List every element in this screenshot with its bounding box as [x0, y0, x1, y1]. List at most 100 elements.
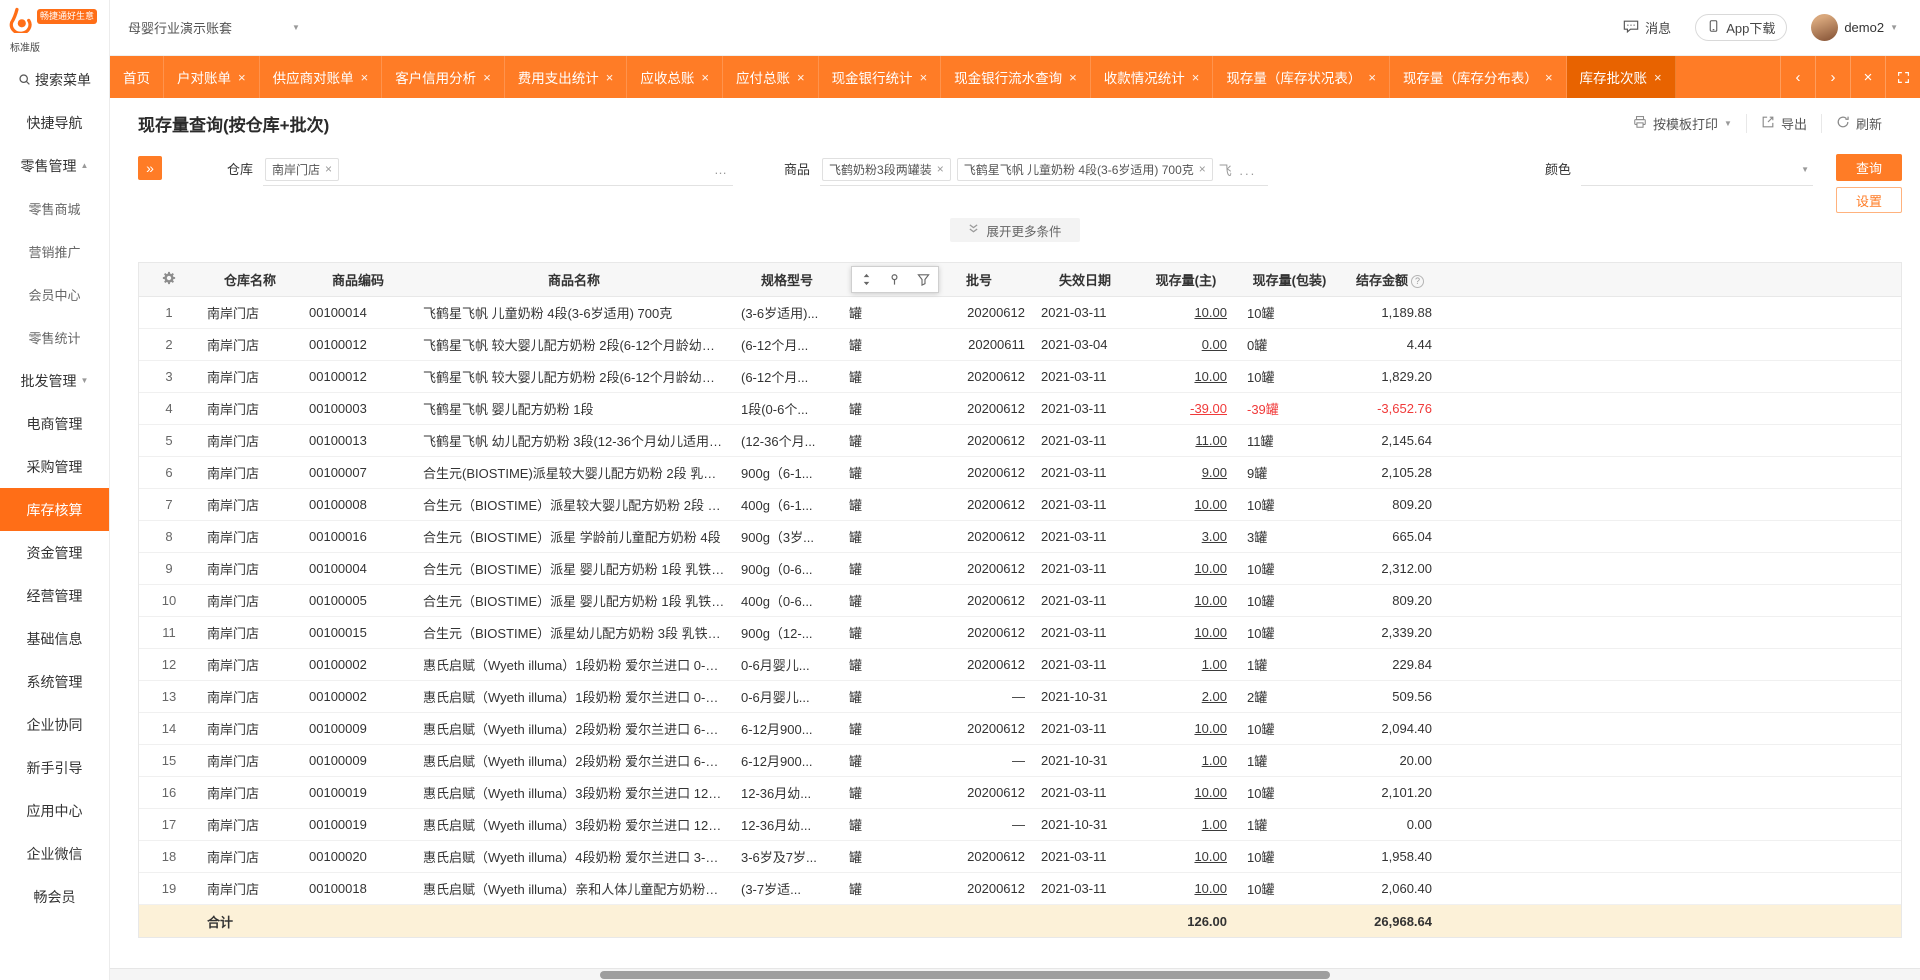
horizontal-scrollbar[interactable]: [110, 968, 1920, 980]
sidebar-item-采购管理[interactable]: 采购管理: [0, 445, 109, 488]
sidebar-item-畅会员[interactable]: 畅会员: [0, 875, 109, 918]
tab-供应商对账单[interactable]: 供应商对账单 ×: [260, 56, 383, 98]
qty-main-link[interactable]: 1.00: [1202, 657, 1227, 672]
tab-应收总账[interactable]: 应收总账 ×: [627, 56, 723, 98]
product-more-button[interactable]: 飞 ...: [1219, 160, 1256, 179]
table-row[interactable]: 10 南岸门店 00100005 合生元（BIOSTIME）派星 婴儿配方奶粉 1段 …: [139, 585, 1901, 617]
scrollbar-thumb[interactable]: [600, 971, 1330, 979]
table-row[interactable]: 15 南岸门店 00100009 惠氏启赋（Wyeth illuma）2段奶粉 爱尔兰…: [139, 745, 1901, 777]
sidebar-item-基础信息[interactable]: 基础信息: [0, 617, 109, 660]
expand-more-button[interactable]: 展开更多条件: [950, 218, 1080, 242]
sort-icon[interactable]: [858, 271, 875, 288]
account-set-dropdown[interactable]: 母婴行业演示账套 ▼: [128, 18, 300, 37]
tab-现存量（库存状况表）[interactable]: 现存量（库存状况表） ×: [1213, 56, 1390, 98]
table-row[interactable]: 7 南岸门店 00100008 合生元（BIOSTIME）派星较大婴儿配方奶粉 2段 …: [139, 489, 1901, 521]
qty-main-link[interactable]: 10.00: [1194, 593, 1227, 608]
qty-main-link[interactable]: 10.00: [1194, 721, 1227, 736]
sidebar-item-电商管理[interactable]: 电商管理: [0, 402, 109, 445]
tab-现金银行统计[interactable]: 现金银行统计 ×: [819, 56, 942, 98]
table-row[interactable]: 1 南岸门店 00100014 飞鹤星飞帆 儿童奶粉 4段(3-6岁适用) 700克 (…: [139, 297, 1901, 329]
tab-close-icon[interactable]: ×: [1192, 70, 1200, 85]
table-row[interactable]: 8 南岸门店 00100016 合生元（BIOSTIME）派星 学龄前儿童配方奶粉 4…: [139, 521, 1901, 553]
sidebar-item-资金管理[interactable]: 资金管理: [0, 531, 109, 574]
sidebar-item-批发管理[interactable]: 批发管理 ▼: [0, 359, 109, 402]
sidebar-item-经营管理[interactable]: 经营管理: [0, 574, 109, 617]
refresh-button[interactable]: 刷新: [1820, 113, 1896, 133]
qty-main-link[interactable]: 9.00: [1202, 465, 1227, 480]
sidebar-item-应用中心[interactable]: 应用中心: [0, 789, 109, 832]
tab-close-icon[interactable]: ×: [1368, 70, 1376, 85]
tab-费用支出统计[interactable]: 费用支出统计 ×: [505, 56, 628, 98]
tab-close-icon[interactable]: ×: [238, 70, 246, 85]
messages-button[interactable]: 消息: [1623, 18, 1671, 37]
collapse-filters-button[interactable]: »: [138, 156, 162, 180]
sidebar-item-营销推广[interactable]: 营销推广: [0, 230, 109, 273]
table-row[interactable]: 5 南岸门店 00100013 飞鹤星飞帆 幼儿配方奶粉 3段(12-36个月幼儿适用…: [139, 425, 1901, 457]
filter-tag[interactable]: 南岸门店 ×: [265, 157, 340, 181]
filter-tag[interactable]: 飞鹤星飞帆 儿童奶粉 4段(3-6岁适用) 700克 ×: [956, 157, 1213, 181]
help-icon[interactable]: ?: [1411, 274, 1424, 288]
tab-首页[interactable]: 首页: [110, 56, 164, 98]
sidebar-item-会员中心[interactable]: 会员中心: [0, 273, 109, 316]
user-menu[interactable]: demo2 ▼: [1811, 14, 1898, 41]
warehouse-field[interactable]: 南岸门店 × …: [263, 156, 734, 186]
table-row[interactable]: 11 南岸门店 00100015 合生元（BIOSTIME）派星幼儿配方奶粉 3段 乳…: [139, 617, 1901, 649]
product-field[interactable]: 飞鹤奶粉3段两罐装 × 飞鹤星飞帆 儿童奶粉 4段(3-6岁适用) 700克 × 飞 …: [820, 156, 1269, 186]
tab-close-icon[interactable]: ×: [361, 70, 369, 85]
tab-close-icon[interactable]: ×: [1545, 70, 1553, 85]
tab-close-icon[interactable]: ×: [1654, 70, 1662, 85]
table-row[interactable]: 16 南岸门店 00100019 惠氏启赋（Wyeth illuma）3段奶粉 爱尔兰…: [139, 777, 1901, 809]
sidebar-item-快捷导航[interactable]: 快捷导航: [0, 101, 109, 144]
tab-应付总账[interactable]: 应付总账 ×: [723, 56, 819, 98]
qty-main-link[interactable]: 0.00: [1202, 337, 1227, 352]
fullscreen-button[interactable]: [1885, 56, 1920, 98]
qty-main-link[interactable]: 10.00: [1194, 625, 1227, 640]
tab-close-icon[interactable]: ×: [483, 70, 491, 85]
print-by-template-button[interactable]: 按模板打印 ▼: [1619, 114, 1746, 133]
tab-prev-button[interactable]: ‹: [1780, 56, 1815, 98]
column-settings-button[interactable]: [139, 271, 199, 288]
table-row[interactable]: 17 南岸门店 00100019 惠氏启赋（Wyeth illuma）3段奶粉 爱尔兰…: [139, 809, 1901, 841]
warehouse-more-button[interactable]: …: [714, 162, 729, 177]
qty-main-link[interactable]: 2.00: [1202, 689, 1227, 704]
export-button[interactable]: 导出: [1745, 113, 1821, 133]
tab-现存量（库存分布表）[interactable]: 现存量（库存分布表） ×: [1390, 56, 1567, 98]
sidebar-item-企业协同[interactable]: 企业协同: [0, 703, 109, 746]
qty-main-link[interactable]: 10.00: [1194, 849, 1227, 864]
tag-close-icon[interactable]: ×: [325, 162, 332, 176]
qty-main-link[interactable]: -39.00: [1190, 401, 1227, 416]
table-row[interactable]: 3 南岸门店 00100012 飞鹤星飞帆 较大婴儿配方奶粉 2段(6-12个月龄幼儿…: [139, 361, 1901, 393]
sidebar-item-搜索菜单[interactable]: 搜索菜单: [0, 58, 109, 101]
filter-tag[interactable]: 飞鹤奶粉3段两罐装 ×: [822, 157, 951, 181]
tab-收款情况统计[interactable]: 收款情况统计 ×: [1091, 56, 1214, 98]
app-download-button[interactable]: App下载: [1695, 14, 1788, 41]
color-field[interactable]: ▼: [1581, 156, 1814, 186]
qty-main-link[interactable]: 10.00: [1194, 497, 1227, 512]
tab-next-button[interactable]: ›: [1815, 56, 1850, 98]
tab-库存批次账[interactable]: 库存批次账 ×: [1566, 56, 1676, 98]
tab-close-icon[interactable]: ×: [606, 70, 614, 85]
sidebar-item-库存核算[interactable]: 库存核算: [0, 488, 109, 531]
tab-close-icon[interactable]: ×: [701, 70, 709, 85]
sidebar-item-零售商城[interactable]: 零售商城: [0, 187, 109, 230]
sidebar-item-零售管理[interactable]: 零售管理 ▲: [0, 144, 109, 187]
pin-icon[interactable]: [886, 271, 903, 288]
sidebar-item-系统管理[interactable]: 系统管理: [0, 660, 109, 703]
tab-close-icon[interactable]: ×: [920, 70, 928, 85]
settings-button[interactable]: 设置: [1836, 187, 1902, 213]
sidebar-item-新手引导[interactable]: 新手引导: [0, 746, 109, 789]
qty-main-link[interactable]: 10.00: [1194, 369, 1227, 384]
qty-main-link[interactable]: 10.00: [1194, 785, 1227, 800]
qty-main-link[interactable]: 10.00: [1194, 305, 1227, 320]
tab-客户信用分析[interactable]: 客户信用分析 ×: [382, 56, 505, 98]
sidebar-item-零售统计[interactable]: 零售统计: [0, 316, 109, 359]
qty-main-link[interactable]: 11.00: [1195, 433, 1227, 448]
tab-户对账单[interactable]: 户对账单 ×: [164, 56, 260, 98]
table-row[interactable]: 13 南岸门店 00100002 惠氏启赋（Wyeth illuma）1段奶粉 爱尔兰…: [139, 681, 1901, 713]
qty-main-link[interactable]: 1.00: [1202, 753, 1227, 768]
qty-main-link[interactable]: 3.00: [1202, 529, 1227, 544]
table-row[interactable]: 12 南岸门店 00100002 惠氏启赋（Wyeth illuma）1段奶粉 爱尔兰…: [139, 649, 1901, 681]
tag-close-icon[interactable]: ×: [1199, 162, 1206, 176]
table-row[interactable]: 9 南岸门店 00100004 合生元（BIOSTIME）派星 婴儿配方奶粉 1段 乳…: [139, 553, 1901, 585]
table-row[interactable]: 6 南岸门店 00100007 合生元(BIOSTIME)派星较大婴儿配方奶粉 2段 …: [139, 457, 1901, 489]
